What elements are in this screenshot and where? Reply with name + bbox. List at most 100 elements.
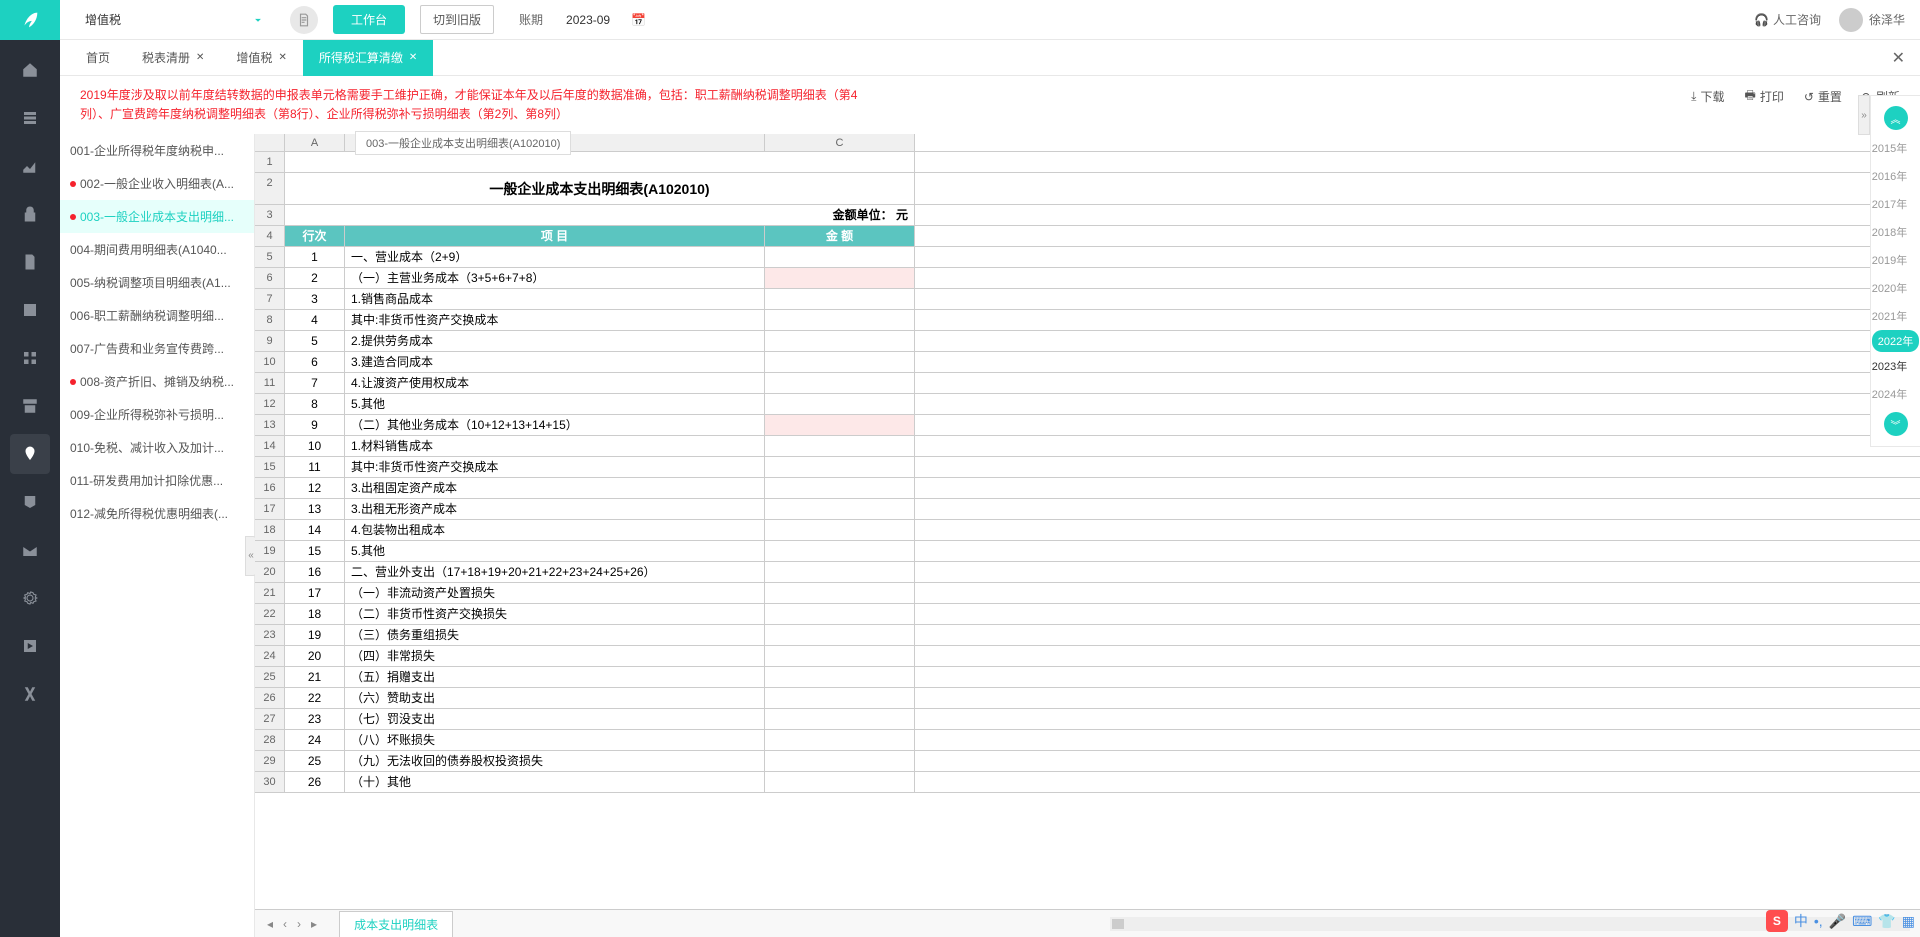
ime-punct-icon[interactable]: •,	[1814, 913, 1823, 929]
close-all-tabs[interactable]: ✕	[1892, 48, 1905, 68]
cell[interactable]	[765, 709, 915, 729]
year-item[interactable]: 2022年	[1872, 330, 1919, 352]
cell[interactable]	[765, 646, 915, 666]
cell[interactable]	[765, 604, 915, 624]
nav-archive[interactable]	[10, 386, 50, 426]
cell[interactable]: （七）罚没支出	[345, 709, 765, 729]
company-dropdown[interactable]: 增值税	[75, 11, 275, 28]
calendar-icon[interactable]: 📅	[631, 13, 646, 27]
sheet-tab[interactable]: 成本支出明细表	[339, 911, 453, 937]
form-item[interactable]: 007-广告费和业务宣传费跨...	[60, 332, 254, 365]
row-header[interactable]: 5	[255, 247, 285, 267]
nav-tax[interactable]	[10, 434, 50, 474]
row-header[interactable]: 16	[255, 478, 285, 498]
cell[interactable]: 5.其他	[345, 394, 765, 414]
row-header[interactable]: 12	[255, 394, 285, 414]
row-header[interactable]: 18	[255, 520, 285, 540]
row-header[interactable]: 7	[255, 289, 285, 309]
year-expand-handle[interactable]: »	[1858, 95, 1870, 135]
cell[interactable]	[765, 436, 915, 456]
cell[interactable]	[765, 268, 915, 288]
row-header[interactable]: 13	[255, 415, 285, 435]
cell[interactable]: 23	[285, 709, 345, 729]
cell[interactable]: （十）其他	[345, 772, 765, 792]
print-button[interactable]: 🖶打印	[1745, 86, 1784, 107]
cell[interactable]	[765, 478, 915, 498]
cell[interactable]: 16	[285, 562, 345, 582]
nav-media[interactable]	[10, 626, 50, 666]
cell[interactable]: 一、营业成本（2+9）	[345, 247, 765, 267]
close-icon[interactable]: ✕	[278, 52, 286, 63]
row-header[interactable]: 14	[255, 436, 285, 456]
nav-report[interactable]	[10, 146, 50, 186]
sheet-nav-first[interactable]: ◂	[263, 917, 277, 931]
nav-home[interactable]	[10, 50, 50, 90]
cell[interactable]: 4.让渡资产使用权成本	[345, 373, 765, 393]
nav-export[interactable]	[10, 482, 50, 522]
cell[interactable]: 3.出租无形资产成本	[345, 499, 765, 519]
row-header[interactable]: 17	[255, 499, 285, 519]
corner-cell[interactable]	[255, 134, 285, 151]
ime-toolbox-icon[interactable]: ▦	[1902, 913, 1915, 930]
cell[interactable]	[765, 520, 915, 540]
cell[interactable]: 25	[285, 751, 345, 771]
cell[interactable]: 9	[285, 415, 345, 435]
cell[interactable]: 5.其他	[345, 541, 765, 561]
cell[interactable]: 金 额	[765, 226, 915, 246]
cell[interactable]	[765, 562, 915, 582]
cell[interactable]: （九）无法收回的债券股权投资损失	[345, 751, 765, 771]
cell[interactable]	[765, 751, 915, 771]
row-header[interactable]: 25	[255, 667, 285, 687]
cell[interactable]: （六）赞助支出	[345, 688, 765, 708]
cell[interactable]	[765, 667, 915, 687]
cell[interactable]	[765, 457, 915, 477]
tab-所得税汇算清缴[interactable]: 所得税汇算清缴✕	[303, 40, 433, 76]
cell[interactable]: 10	[285, 436, 345, 456]
cell[interactable]: 3	[285, 289, 345, 309]
row-header[interactable]: 24	[255, 646, 285, 666]
year-up-button[interactable]: ︽	[1884, 106, 1908, 130]
sheet-nav-next[interactable]: ›	[293, 917, 305, 931]
cell[interactable]	[765, 373, 915, 393]
row-header[interactable]: 10	[255, 352, 285, 372]
cell[interactable]: （一）非流动资产处置损失	[345, 583, 765, 603]
cell[interactable]: 1	[285, 247, 345, 267]
tab-税表清册[interactable]: 税表清册✕	[126, 40, 220, 76]
sheet-body[interactable]: 12一般企业成本支出明细表(A102010)3金额单位： 元4行次项 目金 额5…	[255, 152, 1920, 909]
form-item[interactable]: 009-企业所得税弥补亏损明...	[60, 398, 254, 431]
cell[interactable]: （八）坏账损失	[345, 730, 765, 750]
ime-logo[interactable]: S	[1766, 910, 1788, 932]
cell[interactable]: 15	[285, 541, 345, 561]
form-item[interactable]: 003-一般企业成本支出明细...	[60, 200, 254, 233]
cell[interactable]: 3.建造合同成本	[345, 352, 765, 372]
row-header[interactable]: 3	[255, 205, 285, 225]
cell[interactable]: 18	[285, 604, 345, 624]
cell[interactable]: 1.销售商品成本	[345, 289, 765, 309]
cell[interactable]	[765, 247, 915, 267]
form-item[interactable]: 002-一般企业收入明细表(A...	[60, 167, 254, 200]
cell[interactable]	[765, 772, 915, 792]
row-header[interactable]: 11	[255, 373, 285, 393]
row-header[interactable]: 29	[255, 751, 285, 771]
cell[interactable]	[765, 730, 915, 750]
row-header[interactable]: 26	[255, 688, 285, 708]
cell[interactable]: （二）其他业务成本（10+12+13+14+15）	[345, 415, 765, 435]
ime-keyboard-icon[interactable]: ⌨	[1852, 913, 1872, 930]
nav-settings[interactable]	[10, 578, 50, 618]
cell[interactable]	[285, 152, 915, 172]
form-item[interactable]: 006-职工薪酬纳税调整明细...	[60, 299, 254, 332]
cell[interactable]	[765, 583, 915, 603]
cell[interactable]: 13	[285, 499, 345, 519]
close-icon[interactable]: ✕	[409, 52, 417, 63]
row-header[interactable]: 4	[255, 226, 285, 246]
cell[interactable]	[765, 688, 915, 708]
form-item[interactable]: 004-期间费用明细表(A1040...	[60, 233, 254, 266]
cell[interactable]: 21	[285, 667, 345, 687]
nav-finance[interactable]	[10, 194, 50, 234]
cell[interactable]: 行次	[285, 226, 345, 246]
cell[interactable]: （二）非货币性资产交换损失	[345, 604, 765, 624]
row-header[interactable]: 22	[255, 604, 285, 624]
cell[interactable]	[765, 331, 915, 351]
row-header[interactable]: 1	[255, 152, 285, 172]
cell[interactable]	[765, 352, 915, 372]
